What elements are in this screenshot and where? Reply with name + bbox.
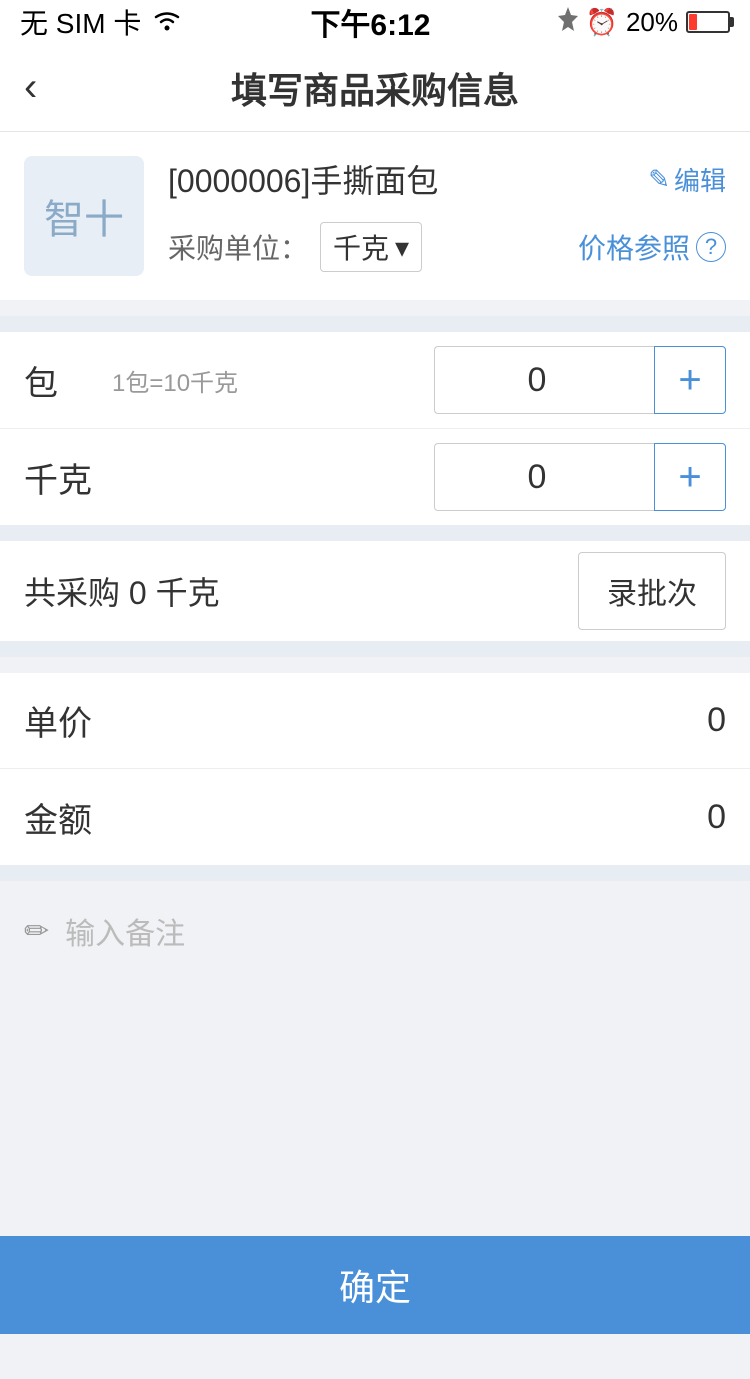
pack-input-row: 包 1包=10千克 +: [0, 332, 750, 428]
remark-icon: ✏: [24, 914, 49, 949]
status-right: ⏰ 20%: [558, 7, 730, 38]
pack-label: 包: [24, 356, 104, 405]
back-button[interactable]: ‹: [24, 65, 37, 110]
battery-percentage: 20%: [626, 7, 678, 38]
kg-quantity-input[interactable]: [434, 443, 654, 511]
unit-value: 千克: [333, 227, 389, 267]
edit-button[interactable]: ✎ 编辑: [648, 161, 726, 198]
divider-1: [0, 316, 750, 332]
kg-label: 千克: [24, 453, 104, 502]
page-title: 填写商品采购信息: [231, 62, 519, 114]
product-name: [0000006]手撕面包: [168, 156, 438, 202]
pack-quantity-input[interactable]: [434, 346, 654, 414]
pack-sub-label: 1包=10千克: [112, 363, 434, 398]
amount-row: 金额 0: [0, 769, 750, 865]
nav-bar: ‹ 填写商品采购信息: [0, 44, 750, 132]
divider-4: [0, 865, 750, 881]
product-logo: 智十: [44, 187, 124, 245]
unit-price-row: 单价 0: [0, 673, 750, 769]
dropdown-icon: ▾: [395, 231, 409, 264]
remark-section[interactable]: ✏ 输入备注: [0, 881, 750, 981]
amount-label: 金额: [24, 793, 92, 842]
amount-value: 0: [707, 798, 726, 837]
kg-input-right: +: [434, 443, 726, 511]
sim-status: 无 SIM 卡: [20, 2, 141, 42]
pack-plus-button[interactable]: +: [654, 346, 726, 414]
unit-price-value: 0: [707, 701, 726, 740]
status-time: 下午6:12: [310, 0, 430, 44]
purchase-unit-row: 采购单位： 千克 ▾ 价格参照 ?: [168, 222, 726, 272]
unit-label: 采购单位：: [168, 227, 308, 267]
unit-select[interactable]: 千克 ▾: [320, 222, 422, 272]
divider-2: [0, 525, 750, 541]
price-ref-label: 价格参照: [578, 227, 690, 267]
price-ref-button[interactable]: 价格参照 ?: [578, 227, 726, 267]
wifi-icon: [151, 6, 183, 38]
unit-price-label: 单价: [24, 696, 92, 745]
kg-plus-button[interactable]: +: [654, 443, 726, 511]
pack-input-section: 包 1包=10千克 +: [0, 332, 750, 428]
edit-label: 编辑: [674, 161, 726, 198]
status-bar: 无 SIM 卡 下午6:12 ⏰ 20%: [0, 0, 750, 44]
divider-3: [0, 641, 750, 657]
product-info: [0000006]手撕面包 ✎ 编辑 采购单位： 千克 ▾ 价格参照 ?: [168, 156, 726, 272]
confirm-button[interactable]: 确定: [0, 1236, 750, 1334]
summary-section: 共采购 0 千克 录批次: [0, 541, 750, 641]
remark-placeholder: 输入备注: [65, 909, 185, 953]
battery-icon: [686, 11, 730, 33]
product-name-row: [0000006]手撕面包 ✎ 编辑: [168, 156, 726, 202]
edit-icon: ✎: [648, 164, 670, 195]
location-icon: [558, 7, 578, 38]
alarm-icon: ⏰: [586, 7, 618, 38]
price-ref-help-icon: ?: [696, 232, 726, 262]
product-image: 智十: [24, 156, 144, 276]
summary-total: 共采购 0 千克: [24, 568, 220, 614]
price-detail-section: 单价 0 金额 0: [0, 673, 750, 865]
pack-input-right: +: [434, 346, 726, 414]
kg-input-section: 千克 +: [0, 429, 750, 525]
product-card: 智十 [0000006]手撕面包 ✎ 编辑 采购单位： 千克 ▾: [0, 132, 750, 300]
confirm-label: 确定: [339, 1259, 411, 1311]
record-batch-button[interactable]: 录批次: [578, 552, 726, 630]
kg-input-row: 千克 +: [0, 429, 750, 525]
status-left: 无 SIM 卡: [20, 2, 183, 42]
